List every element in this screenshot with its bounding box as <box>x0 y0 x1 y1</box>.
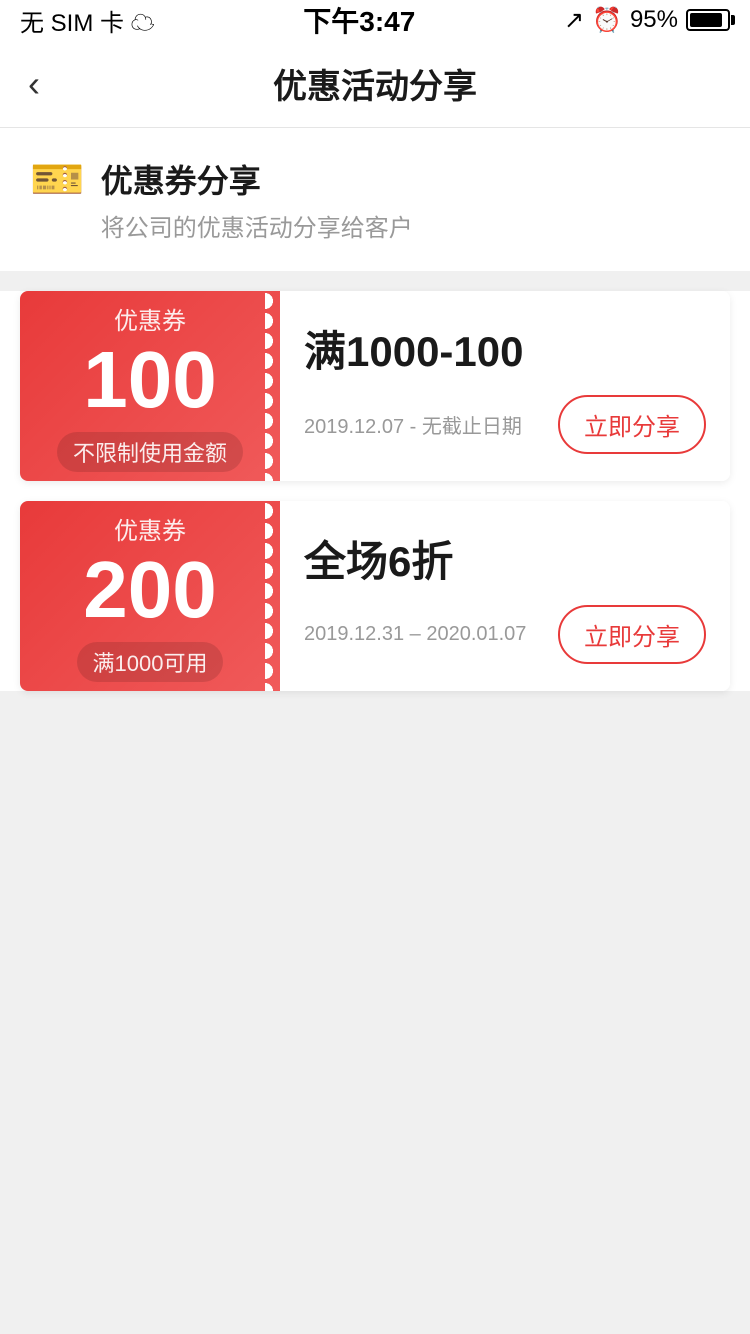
coupon-condition-1: 满1000可用 <box>77 642 224 682</box>
battery-percent: 95% <box>630 6 678 34</box>
share-button-1[interactable]: 立即分享 <box>558 605 706 664</box>
location-icon: ↗ <box>564 6 584 35</box>
coupon-card: 优惠券 100 不限制使用金额 满1000-100 2019.12.07 - 无… <box>20 291 730 481</box>
coupon-title-1: 全场6折 <box>304 528 706 589</box>
coupon-right-0: 满1000-100 2019.12.07 - 无截止日期 立即分享 <box>280 291 730 481</box>
coupon-date-0: 2019.12.07 - 无截止日期 <box>304 410 522 439</box>
coupon-amount-1: 200 <box>83 550 216 630</box>
section-subtitle: 将公司的优惠活动分享给客户 <box>101 208 413 243</box>
coupon-label-1: 优惠券 <box>114 511 186 546</box>
status-time: 下午3:47 <box>303 0 415 40</box>
coupon-bottom-row-0: 2019.12.07 - 无截止日期 立即分享 <box>304 395 706 454</box>
page-title: 优惠活动分享 <box>273 59 477 108</box>
coupon-date-1: 2019.12.31 – 2020.01.07 <box>304 623 526 646</box>
coupon-list: 优惠券 100 不限制使用金额 满1000-100 2019.12.07 - 无… <box>0 291 750 691</box>
coupon-card: 优惠券 200 满1000可用 全场6折 2019.12.31 – 2020.0… <box>20 501 730 691</box>
coupon-amount-0: 100 <box>83 340 216 420</box>
coupon-left-1: 优惠券 200 满1000可用 <box>20 501 280 691</box>
coupon-bottom-row-1: 2019.12.31 – 2020.01.07 立即分享 <box>304 605 706 664</box>
section-text: 优惠券分享 将公司的优惠活动分享给客户 <box>101 156 413 243</box>
nav-bar: ‹ 优惠活动分享 <box>0 40 750 128</box>
coupon-left-0: 优惠券 100 不限制使用金额 <box>20 291 280 481</box>
no-sim-label: 无 SIM 卡 ☁ <box>20 3 155 38</box>
back-button[interactable]: ‹ <box>28 63 40 105</box>
empty-area <box>0 711 750 1311</box>
alarm-icon: ⏰ <box>592 6 622 35</box>
status-bar: 无 SIM 卡 ☁ 下午3:47 ↗ ⏰ 95% <box>0 0 750 40</box>
coupon-condition-0: 不限制使用金额 <box>57 432 243 472</box>
status-right: ↗ ⏰ 95% <box>564 6 730 35</box>
section-title: 优惠券分享 <box>101 156 413 202</box>
share-button-0[interactable]: 立即分享 <box>558 395 706 454</box>
battery-icon <box>686 9 730 31</box>
coupon-right-1: 全场6折 2019.12.31 – 2020.01.07 立即分享 <box>280 501 730 691</box>
coupon-icon: 🎫 <box>30 158 85 202</box>
coupon-title-0: 满1000-100 <box>304 318 706 379</box>
section-header: 🎫 优惠券分享 将公司的优惠活动分享给客户 <box>0 128 750 271</box>
coupon-label-0: 优惠券 <box>114 301 186 336</box>
status-left: 无 SIM 卡 ☁ <box>20 3 155 38</box>
